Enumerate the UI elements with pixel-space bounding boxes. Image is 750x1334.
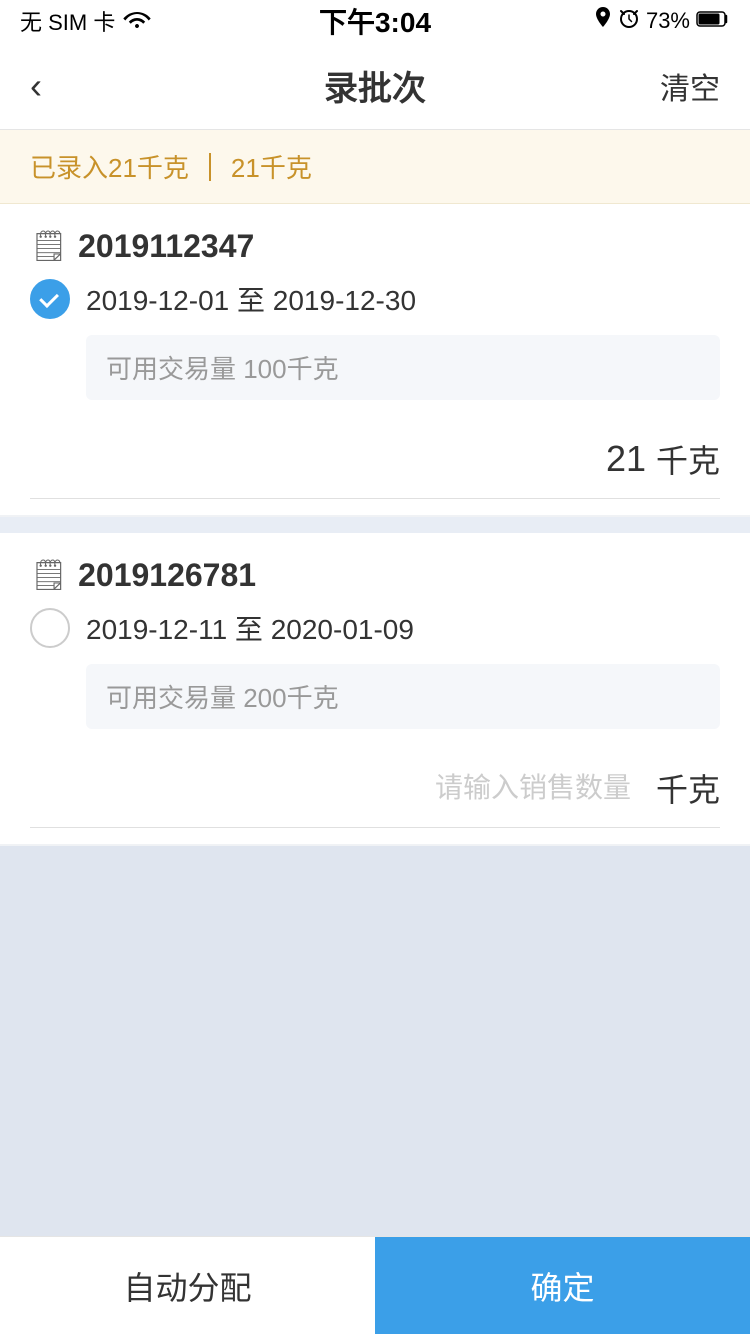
batch2-inner: 🗒 2019126781 2019-12-11 至 2020-01-09 xyxy=(0,533,750,648)
batch2-number: 2019126781 xyxy=(78,557,256,594)
batch1-inner: 🗒 2019112347 2019-12-01 至 2019-12-30 xyxy=(0,204,750,319)
batch2-available: 可用交易量 200千克 xyxy=(86,664,720,729)
batch1-unit: 千克 xyxy=(656,436,720,482)
batch2-quantity-input[interactable] xyxy=(346,772,646,804)
battery-percent: 73% xyxy=(646,8,690,34)
bottom-bar: 自动分配 确定 xyxy=(0,1236,750,1334)
batch1-number: 2019112347 xyxy=(78,228,254,265)
location-icon xyxy=(594,7,612,35)
empty-area xyxy=(0,846,750,1266)
status-bar-left: 无 SIM 卡 xyxy=(20,5,151,37)
wifi-icon xyxy=(123,7,151,35)
auto-distribute-button[interactable]: 自动分配 xyxy=(0,1237,375,1334)
carrier-text: 无 SIM 卡 xyxy=(20,5,115,37)
recorded-amount: 已录入21千克 xyxy=(30,148,189,185)
batch1-quantity: 21 xyxy=(526,438,646,480)
alarm-icon xyxy=(618,7,640,35)
batch1-icon: 🗒 xyxy=(30,229,68,264)
batch1-date-row[interactable]: 2019-12-01 至 2019-12-30 xyxy=(30,279,720,319)
section-separator xyxy=(0,517,750,533)
batch1-header: 🗒 2019112347 xyxy=(30,228,720,265)
page-title: 录批次 xyxy=(324,61,426,110)
clear-button[interactable]: 清空 xyxy=(660,64,720,108)
batch1-available: 可用交易量 100千克 xyxy=(86,335,720,400)
batch1-input-row: 21 千克 xyxy=(0,420,750,498)
status-bar-right: 73% xyxy=(594,7,730,35)
confirm-button[interactable]: 确定 xyxy=(375,1237,750,1334)
batch1-date-range: 2019-12-01 至 2019-12-30 xyxy=(86,279,416,319)
info-banner: 已录入21千克 21千克 xyxy=(0,130,750,204)
battery-icon xyxy=(696,8,730,34)
batch2-date-range: 2019-12-11 至 2020-01-09 xyxy=(86,608,414,648)
batch1-card: 🗒 2019112347 2019-12-01 至 2019-12-30 可用交… xyxy=(0,204,750,515)
batch2-card: 🗒 2019126781 2019-12-11 至 2020-01-09 可用交… xyxy=(0,533,750,844)
total-amount: 21千克 xyxy=(231,148,312,185)
batch1-avail-wrapper: 可用交易量 100千克 xyxy=(30,335,720,400)
status-bar: 无 SIM 卡 下午3:04 73% xyxy=(0,0,750,42)
batch2-header: 🗒 2019126781 xyxy=(30,557,720,594)
batch1-radio[interactable] xyxy=(30,279,70,319)
batch2-radio[interactable] xyxy=(30,608,70,648)
batch2-avail-wrapper: 可用交易量 200千克 xyxy=(30,664,720,729)
back-button[interactable]: ‹ xyxy=(30,65,42,107)
batch2-date-row[interactable]: 2019-12-11 至 2020-01-09 xyxy=(30,608,720,648)
banner-divider xyxy=(209,153,211,181)
status-bar-time: 下午3:04 xyxy=(319,1,431,41)
batch2-icon: 🗒 xyxy=(30,558,68,593)
batch2-input-row[interactable]: 千克 xyxy=(0,749,750,827)
batch2-unit: 千克 xyxy=(656,765,720,811)
nav-bar: ‹ 录批次 清空 xyxy=(0,42,750,130)
